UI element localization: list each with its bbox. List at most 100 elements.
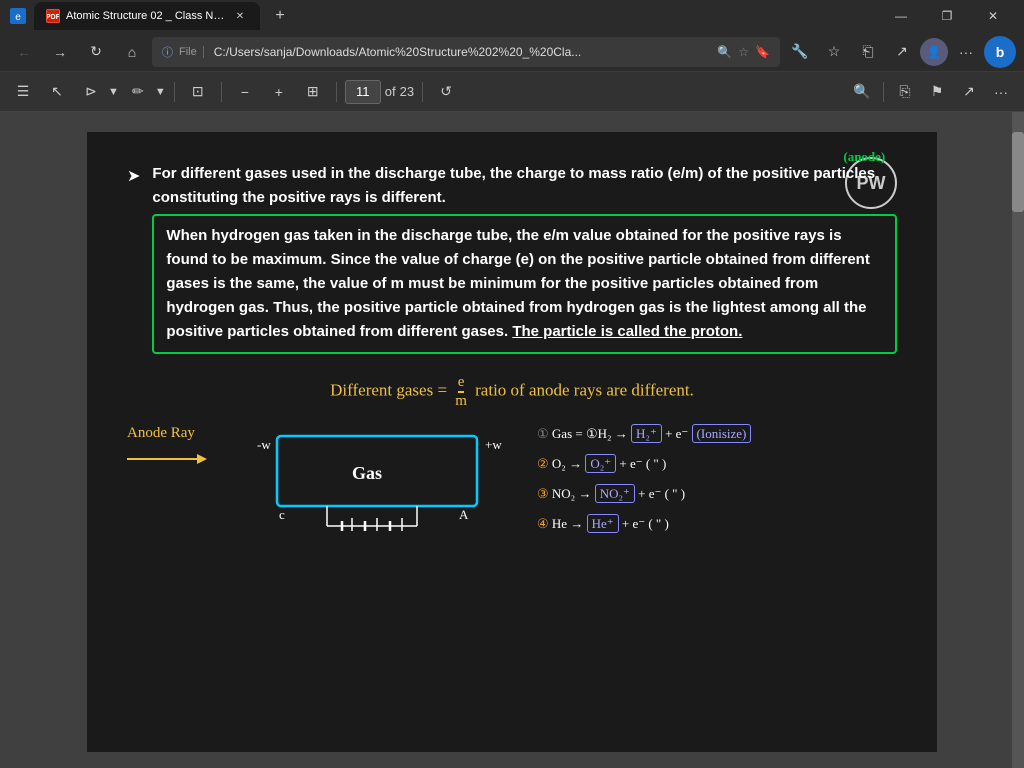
anode-ray-label: Anode Ray [127,421,195,445]
hw-equation-line: Different gases = e m ratio of anode ray… [127,374,897,409]
of-label: of [385,84,396,99]
underlined-text: The particle is called the proton. [512,323,742,340]
back-button[interactable]: ← [8,36,40,68]
separator4 [422,82,423,102]
tab-strip: e PDF Atomic Structure 02 _ Class Note ✕… [8,2,294,30]
favorites-button[interactable]: ☆ [818,36,850,68]
anode-ray-arrow [127,449,207,469]
minimize-button[interactable]: — [878,0,924,32]
file-label: File [179,46,204,58]
bullet-arrow-1: ➤ [127,164,140,354]
edge-icon: e [8,6,28,26]
collections-button[interactable]: ⎗ [852,36,884,68]
eq4-product: He⁺ [587,514,619,533]
eq3-circle: ③ [537,486,549,501]
active-tab[interactable]: PDF Atomic Structure 02 _ Class Note ✕ [34,2,260,30]
eq4-circle: ④ [537,516,549,531]
rotate-button[interactable]: ↺ [431,77,461,107]
refresh-button[interactable]: ↻ [80,36,112,68]
forward-button[interactable]: → [44,36,76,68]
hw-text2: ratio of anode rays are different. [475,380,694,399]
hw-e: e [458,374,465,393]
window-controls: — ❐ ✕ [878,0,1016,32]
tab-close-button[interactable]: ✕ [232,8,248,24]
eq3-text: NO₂ → [552,486,595,501]
annotation-dropdown[interactable]: ▼ [155,86,166,98]
profile-icon[interactable]: 👤 [920,38,948,66]
separator5 [883,82,884,102]
svg-text:PDF: PDF [47,14,59,21]
highlighted-paragraph: When hydrogen gas taken in the discharge… [152,214,897,354]
eq-line-3: ③ NO₂ → NO₂⁺ + e⁻ ( " ) [537,481,751,507]
pdf-copy-button[interactable]: ⎘ [890,77,920,107]
page-navigation: 11 of 23 [345,80,414,104]
main-content: PW ➤ For different gases used in the dis… [0,112,1024,768]
scrollbar[interactable] [1012,112,1024,768]
cursor-tool-button[interactable]: ↖ [42,77,72,107]
eq-line-2: ② O₂ → O₂⁺ + e⁻ ( " ) [537,451,751,477]
eq2-circle: ② [537,456,549,471]
svg-text:Gas: Gas [352,463,382,483]
search-address-icon: 🔍 [717,45,732,59]
eq3-product: NO₂⁺ [595,484,635,503]
fit-width-button[interactable]: ⊞ [298,77,328,107]
eq1-ionize: (Ionisize) [692,424,752,443]
bullet1-text: For different gases used in the discharg… [152,165,875,206]
hw-m: m [455,393,467,410]
new-tab-button[interactable]: + [266,2,294,30]
pdf-tab-icon: PDF [46,9,60,23]
highlight-tool-button[interactable]: ⊳ [76,77,106,107]
page-total-label: 23 [400,84,414,99]
pdf-more-button[interactable]: ··· [986,77,1016,107]
bing-copilot-button[interactable]: b [984,36,1016,68]
eq3-rest: + e⁻ ( " ) [638,486,685,501]
svg-text:e: e [15,12,21,23]
close-button[interactable]: ✕ [970,0,1016,32]
eq1-text: Gas = ①H₂ → [552,426,631,441]
eq2-rest: + e⁻ ( " ) [619,456,666,471]
handwritten-section: Different gases = e m ratio of anode ray… [127,374,897,541]
eq4-rest: + e⁻ ( " ) [622,516,669,531]
hw-text: Different gases = [330,380,451,399]
zoom-out-button[interactable]: − [230,77,260,107]
zoom-in-button[interactable]: + [264,77,294,107]
eq-line-1: ① Gas = ①H₂ → H₂⁺ + e⁻ (Ionisize) [537,421,751,447]
pdf-tools-right: 🔍 ⎘ ⚑ ↗ ··· [847,77,1016,107]
separator1 [174,82,175,102]
page-number-input[interactable]: 11 [345,80,381,104]
star-icon: ☆ [738,45,749,59]
svg-text:-w: -w [257,437,271,452]
eq4-text: He → [552,516,587,531]
gas-tube-svg: Gas -w +w c A [237,421,517,531]
separator2 [221,82,222,102]
eq-line-4: ④ He → He⁺ + e⁻ ( " ) [537,511,751,537]
annotation-tool-button[interactable]: ✏ [123,77,153,107]
settings-more-button[interactable]: ··· [950,36,982,68]
maximize-button[interactable]: ❐ [924,0,970,32]
equations-area: ① Gas = ①H₂ → H₂⁺ + e⁻ (Ionisize) ② O₂ →… [537,421,751,541]
anode-annotation: (anode) [843,147,885,168]
info-icon: ⓘ [162,44,173,60]
eq1-product1: H₂⁺ [631,424,662,443]
anode-ray-area: Anode Ray [127,421,227,469]
eq1-plus: + e⁻ [665,426,691,441]
highlight-dropdown[interactable]: ▼ [108,86,119,98]
home-button[interactable]: ⌂ [116,36,148,68]
pdf-share-button[interactable]: ↗ [954,77,984,107]
bullet-point-1: ➤ For different gases used in the discha… [127,162,897,354]
pdf-bookmark-button[interactable]: ⚑ [922,77,952,107]
eq2-product: O₂⁺ [585,454,616,473]
extensions-button[interactable]: 🔧 [784,36,816,68]
share-button[interactable]: ↗ [886,36,918,68]
fit-page-button[interactable]: ⊡ [183,77,213,107]
address-text: C:/Users/sanja/Downloads/Atomic%20Struct… [214,45,712,59]
svg-text:A: A [459,507,469,522]
scrollbar-thumb[interactable] [1012,132,1024,212]
address-bar[interactable]: ⓘ File C:/Users/sanja/Downloads/Atomic%2… [152,37,780,67]
eq2-text: O₂ → [552,456,585,471]
pdf-toolbar: ☰ ↖ ⊳ ▼ ✏ ▼ ⊡ − + ⊞ 11 of 23 ↺ 🔍 ⎘ ⚑ ↗ ·… [0,72,1024,112]
sidebar-toggle-button[interactable]: ☰ [8,77,38,107]
pdf-search-button[interactable]: 🔍 [847,77,877,107]
diagram-row: Anode Ray Gas [127,421,897,541]
collection-icon: 🔖 [755,45,770,59]
